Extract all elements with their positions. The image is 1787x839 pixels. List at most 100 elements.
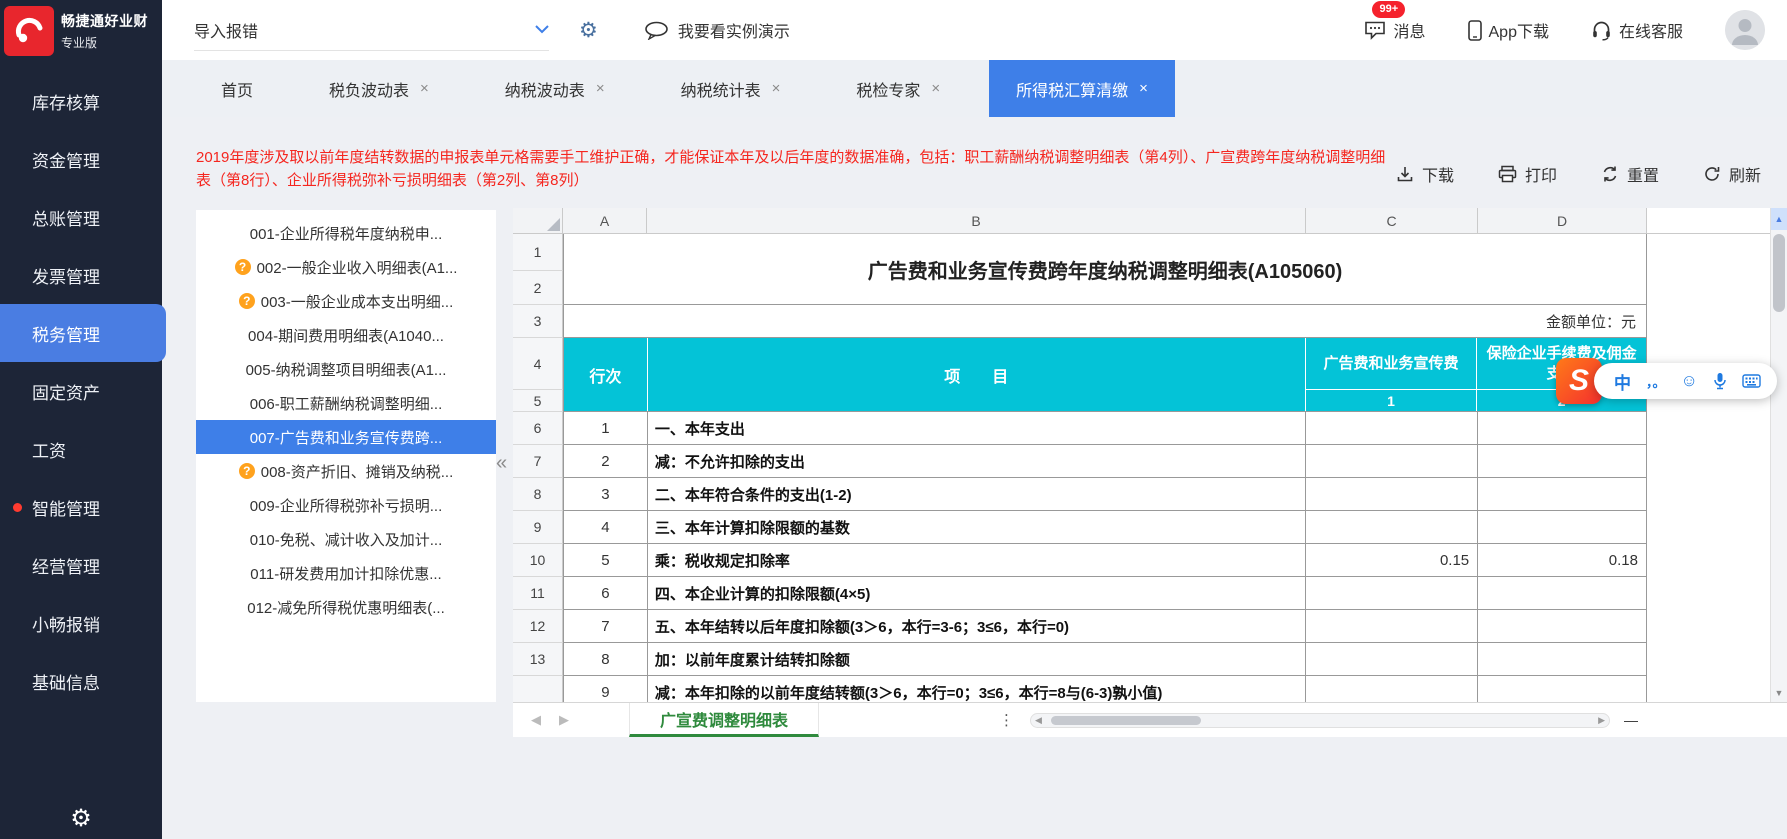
value-cell-col1[interactable]: [1306, 676, 1479, 702]
gear-icon[interactable]: ⚙: [579, 18, 598, 43]
header-col1-cell[interactable]: 广告费和业务宣传费 1: [1305, 338, 1478, 411]
row-header-8[interactable]: 8: [513, 478, 563, 511]
row-header-3[interactable]: 3: [513, 305, 563, 338]
item-cell[interactable]: 加：以前年度累计结转扣除额: [647, 643, 1307, 676]
sidebar-item-smart-management[interactable]: 智能管理: [0, 478, 162, 536]
close-icon[interactable]: ×: [596, 80, 605, 97]
download-button[interactable]: 下载: [1396, 162, 1454, 186]
sheet-tab[interactable]: 广宣费调整明细表: [629, 703, 820, 737]
avatar[interactable]: [1725, 10, 1765, 50]
report-item-008[interactable]: ? 008-资产折旧、摊销及纳税...: [196, 454, 496, 488]
row-header-2[interactable]: 2: [513, 271, 563, 305]
report-item-002[interactable]: ? 002-一般企业收入明细表(A1...: [196, 250, 496, 284]
tab-income-tax-settlement[interactable]: 所得税汇算清缴 ×: [989, 60, 1175, 117]
value-cell-col1[interactable]: 0.15: [1306, 544, 1479, 577]
item-cell[interactable]: 三、本年计算扣除限额的基数: [647, 511, 1307, 544]
reset-button[interactable]: 重置: [1601, 162, 1659, 186]
row-header-7[interactable]: 7: [513, 445, 563, 478]
report-item-010[interactable]: 010-免税、减计收入及加计...: [196, 522, 496, 556]
more-sheets-icon[interactable]: ⋮: [999, 711, 1014, 729]
value-cell-col1[interactable]: [1306, 511, 1479, 544]
emoji-icon[interactable]: ☺: [1681, 371, 1698, 391]
value-cell-col2[interactable]: [1478, 511, 1647, 544]
item-cell[interactable]: 二、本年符合条件的支出(1-2): [647, 478, 1307, 511]
report-item-003[interactable]: ? 003-一般企业成本支出明细...: [196, 284, 496, 318]
report-item-005[interactable]: 005-纳税调整项目明细表(A1...: [196, 352, 496, 386]
value-cell-col1[interactable]: [1306, 478, 1479, 511]
collapse-list-icon[interactable]: «: [496, 452, 507, 475]
scroll-down-icon[interactable]: ▼: [1771, 684, 1787, 702]
line-number-cell[interactable]: 2: [564, 445, 648, 478]
print-button[interactable]: 打印: [1498, 162, 1557, 186]
horizontal-scrollbar[interactable]: ◀ ▶: [1030, 712, 1611, 728]
scroll-right-icon[interactable]: ▶: [1598, 715, 1605, 726]
report-item-006[interactable]: 006-职工薪酬纳税调整明细...: [196, 386, 496, 420]
value-cell-col2[interactable]: 0.18: [1478, 544, 1647, 577]
refresh-button[interactable]: 刷新: [1703, 162, 1761, 186]
settings-gear-icon[interactable]: ⚙: [0, 804, 162, 833]
row-header-4[interactable]: 4: [513, 338, 563, 390]
column-header-d[interactable]: D: [1478, 208, 1647, 234]
tab-home[interactable]: 首页: [194, 60, 280, 117]
report-item-007[interactable]: 007-广告费和业务宣传费跨...: [196, 420, 496, 454]
close-icon[interactable]: ×: [420, 80, 429, 97]
value-cell-col2[interactable]: [1478, 445, 1647, 478]
column-header-c[interactable]: C: [1306, 208, 1478, 234]
tab-tax-fluctuation-table[interactable]: 纳税波动表 ×: [478, 60, 632, 117]
value-cell-col1[interactable]: [1306, 412, 1479, 445]
row-header-1[interactable]: 1: [513, 234, 563, 271]
sidebar-item-invoice-management[interactable]: 发票管理: [0, 246, 162, 304]
select-all-corner[interactable]: [513, 208, 563, 234]
sidebar-item-inventory-accounting[interactable]: 库存核算: [0, 72, 162, 130]
row-header-10[interactable]: 10: [513, 544, 563, 577]
messages-button[interactable]: 99+ 消息: [1364, 1, 1426, 42]
line-number-cell[interactable]: 4: [564, 511, 648, 544]
tab-tax-burden-table[interactable]: 税负波动表 ×: [302, 60, 456, 117]
item-cell[interactable]: 减：本年扣除的以前年度结转额(3＞6，本行=0；3≤6，本行=8与(6-3)孰小…: [647, 676, 1307, 702]
row-header-12[interactable]: 12: [513, 610, 563, 643]
scroll-left-icon[interactable]: ◀: [1035, 715, 1042, 726]
item-cell[interactable]: 一、本年支出: [647, 412, 1307, 445]
ime-punctuation-toggle[interactable]: ，。: [1646, 372, 1666, 391]
close-icon[interactable]: ×: [772, 80, 781, 97]
report-item-001[interactable]: 001-企业所得税年度纳税申...: [196, 216, 496, 250]
value-cell-col2[interactable]: [1478, 676, 1647, 702]
sidebar-item-reimbursement[interactable]: 小畅报销: [0, 594, 162, 652]
value-cell-col1[interactable]: [1306, 643, 1479, 676]
column-header-b[interactable]: B: [647, 208, 1306, 234]
column-header-a[interactable]: A: [563, 208, 647, 234]
header-item-cell[interactable]: 项 目: [648, 338, 1306, 411]
value-cell-col1[interactable]: [1306, 610, 1479, 643]
value-cell-col2[interactable]: [1478, 643, 1647, 676]
value-cell-col2[interactable]: [1478, 412, 1647, 445]
ime-mode-toggle[interactable]: 中: [1614, 369, 1631, 394]
sidebar-item-basic-info[interactable]: 基础信息: [0, 652, 162, 710]
vertical-scrollbar[interactable]: ▲ ▼: [1770, 208, 1787, 702]
value-cell-col2[interactable]: [1478, 610, 1647, 643]
horizontal-scroll-thumb[interactable]: [1051, 715, 1202, 725]
row-header-5[interactable]: 5: [513, 390, 563, 412]
line-number-cell[interactable]: 1: [564, 412, 648, 445]
sheet-next-icon[interactable]: ▶: [559, 712, 569, 728]
line-number-cell[interactable]: 9: [564, 676, 648, 702]
sheet-prev-icon[interactable]: ◀: [531, 712, 541, 728]
report-item-009[interactable]: 009-企业所得税弥补亏损明...: [196, 488, 496, 522]
online-service-button[interactable]: 在线客服: [1591, 18, 1683, 42]
value-cell-col2[interactable]: [1478, 577, 1647, 610]
keyboard-icon[interactable]: [1742, 374, 1761, 388]
sidebar-item-fixed-assets[interactable]: 固定资产: [0, 362, 162, 420]
line-number-cell[interactable]: 5: [564, 544, 648, 577]
import-error-dropdown[interactable]: 导入报错: [194, 9, 549, 51]
tab-tax-expert[interactable]: 税检专家 ×: [829, 60, 967, 117]
sidebar-item-business-management[interactable]: 经营管理: [0, 536, 162, 594]
header-line-no-cell[interactable]: 行次: [564, 338, 648, 411]
line-number-cell[interactable]: 3: [564, 478, 648, 511]
tab-tax-statistics-table[interactable]: 纳税统计表 ×: [654, 60, 808, 117]
close-icon[interactable]: ×: [1139, 80, 1148, 97]
report-item-011[interactable]: 011-研发费用加计扣除优惠...: [196, 556, 496, 590]
sidebar-item-payroll[interactable]: 工资: [0, 420, 162, 478]
vertical-scroll-thumb[interactable]: [1773, 234, 1785, 312]
line-number-cell[interactable]: 6: [564, 577, 648, 610]
mic-icon[interactable]: [1713, 372, 1727, 390]
sheet-title-cell[interactable]: 广告费和业务宣传费跨年度纳税调整明细表(A105060): [564, 234, 1647, 305]
